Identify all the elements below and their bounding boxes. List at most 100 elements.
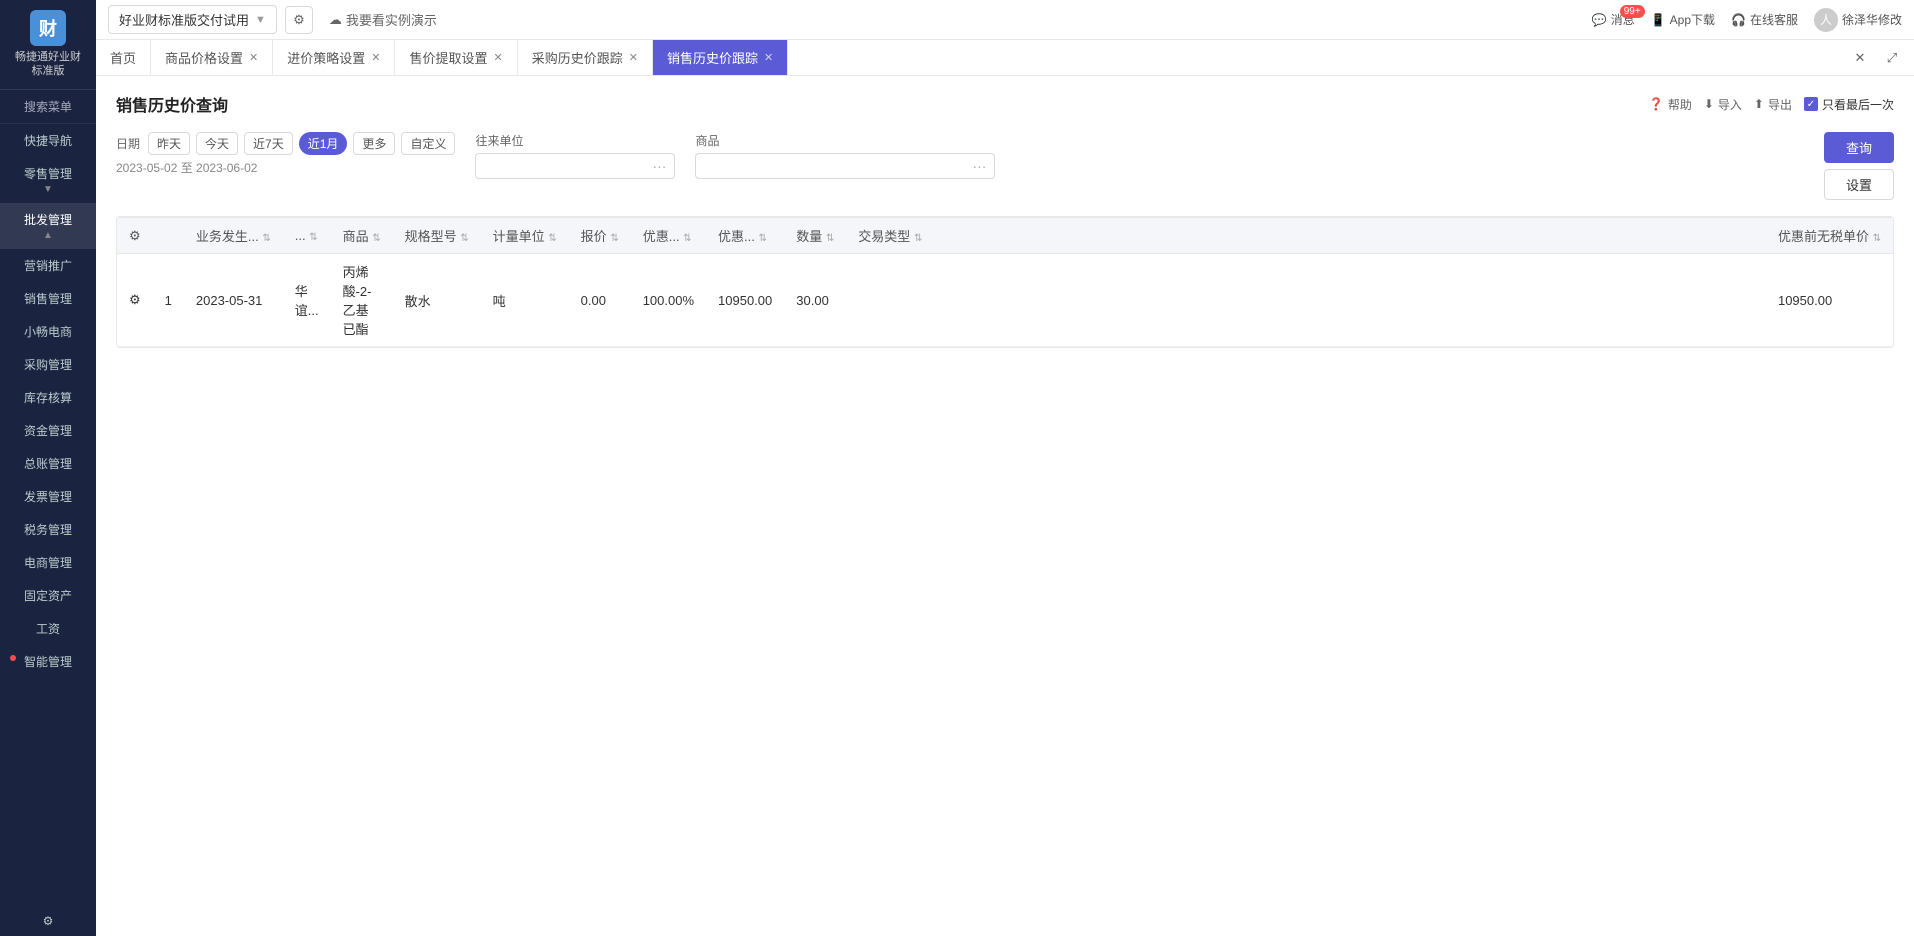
sidebar-item-ecom-small[interactable]: 小畅电商 bbox=[0, 315, 96, 348]
date-yesterday[interactable]: 昨天 bbox=[148, 132, 190, 155]
col-qty[interactable]: 数量 ⇅ bbox=[784, 218, 846, 254]
date-today[interactable]: 今天 bbox=[196, 132, 238, 155]
demo-link[interactable]: ☁ 我要看实例演示 bbox=[329, 10, 437, 29]
sidebar-item-inventory[interactable]: 库存核算 bbox=[0, 381, 96, 414]
export-button[interactable]: ⬆ 导出 bbox=[1754, 96, 1792, 113]
date-last1m[interactable]: 近1月 bbox=[299, 132, 348, 155]
phone-icon: 📱 bbox=[1651, 13, 1666, 27]
row-date: 2023-05-31 bbox=[184, 254, 283, 347]
tab-selector[interactable]: 好业财标准版交付试用 ▼ bbox=[108, 5, 277, 34]
sort-icon: ⇅ bbox=[610, 233, 618, 244]
app-download-button[interactable]: 📱 App下载 bbox=[1651, 11, 1715, 28]
date-field: 日期 昨天 今天 近7天 近1月 更多 自定义 2023-05-02 至 202… bbox=[116, 132, 455, 176]
sidebar-item-salary[interactable]: 工资 bbox=[0, 612, 96, 645]
sidebar-item-smart[interactable]: 智能管理 bbox=[0, 645, 96, 678]
close-tab-button[interactable]: ✕ bbox=[1846, 44, 1874, 72]
only-last-checkbox[interactable]: ✓ 只看最后一次 bbox=[1804, 96, 1894, 113]
sidebar-item-ecom[interactable]: 电商管理 bbox=[0, 546, 96, 579]
messages-button[interactable]: 💬 消息 99+ bbox=[1592, 11, 1635, 28]
topbar-right: 💬 消息 99+ 📱 App下载 🎧 在线客服 人 徐泽华修改 bbox=[1592, 8, 1902, 32]
date-more[interactable]: 更多 bbox=[353, 132, 395, 155]
tab-home[interactable]: 首页 bbox=[96, 40, 151, 75]
sidebar: 财 畅捷通好业财标准版 搜索菜单 快捷导航 零售管理 ▼ 批发管理 ▲ 营销推广… bbox=[0, 0, 96, 936]
sidebar-item-sales[interactable]: 销售管理 bbox=[0, 282, 96, 315]
main-content: 好业财标准版交付试用 ▼ ⚙ ☁ 我要看实例演示 💬 消息 99+ 📱 App下… bbox=[96, 0, 1914, 936]
checkbox-icon: ✓ bbox=[1804, 97, 1818, 111]
topbar-settings-icon[interactable]: ⚙ bbox=[285, 6, 313, 34]
message-icon: 💬 bbox=[1592, 13, 1607, 27]
sort-icon: ⇅ bbox=[683, 233, 691, 244]
sidebar-item-assets[interactable]: 固定资产 bbox=[0, 579, 96, 612]
tab-price[interactable]: 商品价格设置 ✕ bbox=[151, 40, 273, 75]
source-dots[interactable]: ··· bbox=[652, 158, 666, 174]
col-date[interactable]: 业务发生... ⇅ bbox=[184, 218, 283, 254]
headset-icon: 🎧 bbox=[1731, 13, 1746, 27]
settings-button[interactable]: 设置 bbox=[1824, 169, 1894, 200]
col-price[interactable]: 报价 ⇅ bbox=[569, 218, 631, 254]
product-label: 商品 bbox=[695, 132, 995, 149]
sidebar-item-invoice[interactable]: 发票管理 bbox=[0, 480, 96, 513]
messages-badge: 99+ bbox=[1620, 5, 1645, 18]
sidebar-item-purchase[interactable]: 采购管理 bbox=[0, 348, 96, 381]
close-icon[interactable]: ✕ bbox=[494, 51, 503, 64]
close-icon[interactable]: ✕ bbox=[629, 51, 638, 64]
product-field: 商品 ··· bbox=[695, 132, 995, 179]
sidebar-settings-button[interactable]: ⚙ bbox=[0, 906, 96, 936]
sidebar-item-quicknav[interactable]: 快捷导航 bbox=[0, 124, 96, 157]
col-num bbox=[153, 218, 184, 254]
sidebar-item-marketing[interactable]: 营销推广 bbox=[0, 249, 96, 282]
topbar: 好业财标准版交付试用 ▼ ⚙ ☁ 我要看实例演示 💬 消息 99+ 📱 App下… bbox=[96, 0, 1914, 40]
table-row: ⚙ 1 2023-05-31 华谊... 丙烯酸-2-乙基已酯 散水 吨 0.0… bbox=[117, 254, 1893, 347]
query-button[interactable]: 查询 bbox=[1824, 132, 1894, 163]
date-custom[interactable]: 自定义 bbox=[401, 132, 455, 155]
col-gear[interactable]: ⚙ bbox=[117, 218, 153, 254]
source-field: 往来单位 ··· bbox=[475, 132, 675, 179]
sidebar-item-retail[interactable]: 零售管理 ▼ bbox=[0, 157, 96, 203]
sort-icon: ⇅ bbox=[759, 233, 767, 244]
col-more[interactable]: ... ⇅ bbox=[283, 218, 331, 254]
row-spec: 散水 bbox=[393, 254, 481, 347]
col-discount-amt[interactable]: 优惠... ⇅ bbox=[706, 218, 784, 254]
col-product[interactable]: 商品 ⇅ bbox=[331, 218, 393, 254]
tab-sale-price[interactable]: 售价提取设置 ✕ bbox=[395, 40, 517, 75]
close-icon[interactable]: ✕ bbox=[764, 51, 773, 64]
col-unit[interactable]: 计量单位 ⇅ bbox=[481, 218, 569, 254]
source-input-field[interactable] bbox=[484, 159, 652, 173]
sidebar-search[interactable]: 搜索菜单 bbox=[0, 90, 96, 124]
source-input[interactable]: ··· bbox=[475, 153, 675, 179]
date-filter: 昨天 今天 近7天 近1月 更多 自定义 bbox=[148, 132, 455, 155]
help-button[interactable]: ❓ 帮助 bbox=[1649, 96, 1692, 113]
tab-purchase-history[interactable]: 采购历史价跟踪 ✕ bbox=[518, 40, 653, 75]
sidebar-item-wholesale[interactable]: 批发管理 ▲ bbox=[0, 203, 96, 249]
chevron-up-icon: ▲ bbox=[43, 230, 53, 241]
page-title: 销售历史价查询 bbox=[116, 92, 228, 116]
online-service-button[interactable]: 🎧 在线客服 bbox=[1731, 11, 1798, 28]
tab-selector-label: 好业财标准版交付试用 bbox=[119, 10, 249, 29]
close-icon[interactable]: ✕ bbox=[371, 51, 380, 64]
sort-icon: ⇅ bbox=[372, 233, 380, 244]
user-menu[interactable]: 人 徐泽华修改 bbox=[1814, 8, 1902, 32]
sidebar-item-ledger[interactable]: 总账管理 bbox=[0, 447, 96, 480]
row-spacer bbox=[934, 254, 1766, 347]
close-icon[interactable]: ✕ bbox=[249, 51, 258, 64]
row-gear[interactable]: ⚙ bbox=[117, 254, 153, 347]
product-input-field[interactable] bbox=[704, 159, 972, 173]
product-input[interactable]: ··· bbox=[695, 153, 995, 179]
row-price: 0.00 bbox=[569, 254, 631, 347]
tab-sales-history[interactable]: 销售历史价跟踪 ✕ bbox=[653, 40, 788, 75]
product-dots[interactable]: ··· bbox=[972, 158, 986, 174]
sidebar-item-finance[interactable]: 资金管理 bbox=[0, 414, 96, 447]
row-discount-amt: 10950.00 bbox=[706, 254, 784, 347]
col-trade-type[interactable]: 交易类型 ⇅ bbox=[846, 218, 934, 254]
row-tax-price: 10950.00 bbox=[1766, 254, 1893, 347]
sidebar-item-tax[interactable]: 税务管理 bbox=[0, 513, 96, 546]
maximize-tab-button[interactable]: ⤢ bbox=[1878, 44, 1906, 72]
data-table-container: ⚙ 业务发生... ⇅ ... ⇅ 商品 ⇅ bbox=[116, 216, 1894, 348]
date-last7[interactable]: 近7天 bbox=[244, 132, 293, 155]
col-tax-price[interactable]: 优惠前无税单价 ⇅ bbox=[1766, 218, 1893, 254]
col-spec[interactable]: 规格型号 ⇅ bbox=[393, 218, 481, 254]
date-range: 2023-05-02 至 2023-06-02 bbox=[116, 159, 455, 176]
import-button[interactable]: ⬇ 导入 bbox=[1704, 96, 1742, 113]
tab-strategy[interactable]: 进价策略设置 ✕ bbox=[273, 40, 395, 75]
col-discount-pct[interactable]: 优惠... ⇅ bbox=[631, 218, 706, 254]
